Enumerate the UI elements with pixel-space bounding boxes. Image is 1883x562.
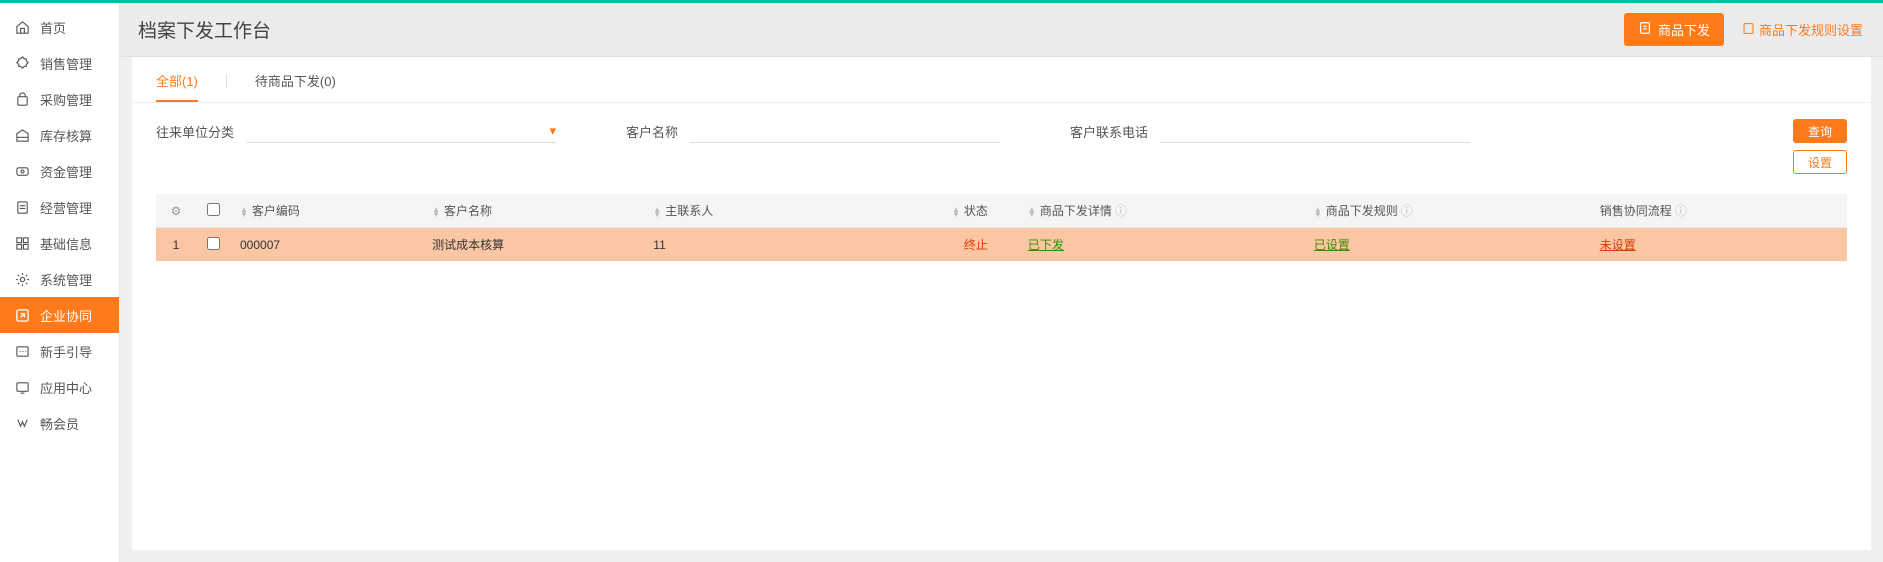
clipboard-icon (14, 199, 30, 215)
table-row[interactable]: 1 000007 测试成本核算 11 终止 已下发 已设置 未设置 (156, 228, 1847, 262)
sidebar-item-label: 采购管理 (40, 90, 92, 109)
col-rule[interactable]: ▲▼商品下发规则ⓘ (1304, 194, 1590, 228)
sort-icon: ▲▼ (653, 207, 661, 217)
home-icon (14, 19, 30, 35)
grid-icon (14, 235, 30, 251)
sidebar-item-system[interactable]: 系统管理 (0, 261, 119, 297)
help-icon[interactable]: ⓘ (1115, 204, 1127, 218)
flow-link[interactable]: 未设置 (1600, 238, 1636, 252)
sidebar-item-label: 资金管理 (40, 162, 92, 181)
sidebar: 首页 销售管理 采购管理 库存核算 资金管理 经营管理 基础信息 系统管理 (0, 3, 120, 562)
sidebar-item-purchase[interactable]: 采购管理 (0, 81, 119, 117)
col-contact[interactable]: ▲▼主联系人 (643, 194, 835, 228)
sort-icon: ▲▼ (1028, 207, 1036, 217)
sort-icon: ▲▼ (952, 207, 960, 217)
filter-bar: 往来单位分类 ▾ 客户名称 客户联系电话 (132, 103, 1871, 194)
sidebar-item-label: 系统管理 (40, 270, 92, 289)
page-header: 档案下发工作台 商品下发 商品下发规则设置 (120, 3, 1883, 57)
app-icon (14, 379, 30, 395)
tab-separator (226, 74, 227, 88)
sidebar-item-label: 销售管理 (40, 54, 92, 73)
rule-link[interactable]: 已设置 (1314, 238, 1350, 252)
sidebar-item-apps[interactable]: 应用中心 (0, 369, 119, 405)
tabs: 全部(1) 待商品下发(0) (132, 57, 1871, 103)
page-title: 档案下发工作台 (138, 16, 1624, 43)
sidebar-item-funds[interactable]: 资金管理 (0, 153, 119, 189)
sort-icon: ▲▼ (1314, 207, 1322, 217)
sidebar-item-label: 新手引导 (40, 342, 92, 361)
rule-settings-link[interactable]: 商品下发规则设置 (1742, 20, 1863, 39)
sidebar-item-collab[interactable]: 企业协同 (0, 297, 119, 333)
sidebar-item-baseinfo[interactable]: 基础信息 (0, 225, 119, 261)
sidebar-item-business[interactable]: 经营管理 (0, 189, 119, 225)
filter-name-label: 客户名称 (626, 122, 678, 141)
detail-link[interactable]: 已下发 (1028, 238, 1064, 252)
sidebar-item-label: 畅会员 (40, 414, 79, 433)
rule-icon (1742, 22, 1755, 38)
cog-icon (14, 271, 30, 287)
cell-contact: 11 (643, 228, 835, 262)
filter-name-input[interactable] (690, 119, 1000, 143)
sidebar-item-label: 首页 (40, 18, 66, 37)
col-status[interactable]: ▲▼状态 (835, 194, 1018, 228)
sidebar-item-label: 库存核算 (40, 126, 92, 145)
link-label: 商品下发规则设置 (1759, 20, 1863, 39)
sidebar-item-inventory[interactable]: 库存核算 (0, 117, 119, 153)
doc-icon (1638, 21, 1652, 38)
sidebar-item-label: 基础信息 (40, 234, 92, 253)
gear-icon[interactable]: ⚙ (171, 204, 182, 218)
col-flow: 销售协同流程ⓘ (1590, 194, 1847, 228)
sidebar-item-label: 企业协同 (40, 306, 92, 325)
sort-icon: ▲▼ (432, 207, 440, 217)
product-issue-button[interactable]: 商品下发 (1624, 13, 1724, 46)
button-label: 商品下发 (1658, 20, 1710, 39)
cell-code: 000007 (230, 228, 422, 262)
badge-icon (14, 55, 30, 71)
row-checkbox[interactable] (207, 237, 220, 250)
bag-icon (14, 91, 30, 107)
house-icon (14, 127, 30, 143)
col-detail[interactable]: ▲▼商品下发详情ⓘ (1018, 194, 1304, 228)
col-code[interactable]: ▲▼客户编码 (230, 194, 422, 228)
help-icon[interactable]: ⓘ (1401, 204, 1413, 218)
filter-category-label: 往来单位分类 (156, 122, 234, 141)
select-all-checkbox[interactable] (207, 203, 220, 216)
tab-all[interactable]: 全部(1) (156, 71, 198, 102)
col-name[interactable]: ▲▼客户名称 (422, 194, 643, 228)
filter-category-input[interactable] (246, 119, 556, 143)
filter-phone-input[interactable] (1160, 119, 1470, 143)
sidebar-item-label: 经营管理 (40, 198, 92, 217)
money-icon (14, 163, 30, 179)
row-index: 1 (156, 228, 196, 262)
filter-category-select[interactable]: ▾ (246, 119, 556, 143)
sidebar-item-guide[interactable]: 新手引导 (0, 333, 119, 369)
new-icon (14, 343, 30, 359)
settings-button[interactable]: 设置 (1793, 150, 1847, 174)
chevron-down-icon: ▾ (549, 123, 556, 139)
sidebar-item-sales[interactable]: 销售管理 (0, 45, 119, 81)
search-button[interactable]: 查询 (1793, 119, 1847, 143)
help-icon[interactable]: ⓘ (1675, 204, 1687, 218)
link-icon (14, 307, 30, 323)
data-table: ⚙ ▲▼客户编码 ▲▼客户名称 ▲▼主联系人 ▲▼状态 ▲▼商品下发详情ⓘ ▲▼… (156, 194, 1847, 261)
tab-pending[interactable]: 待商品下发(0) (255, 71, 336, 102)
sidebar-item-vip[interactable]: 畅会员 (0, 405, 119, 441)
filter-phone-label: 客户联系电话 (1070, 122, 1148, 141)
sort-icon: ▲▼ (240, 207, 248, 217)
cell-name: 测试成本核算 (422, 228, 643, 262)
sidebar-item-home[interactable]: 首页 (0, 9, 119, 45)
cell-status: 终止 (964, 238, 988, 252)
sidebar-item-label: 应用中心 (40, 378, 92, 397)
vip-icon (14, 415, 30, 431)
